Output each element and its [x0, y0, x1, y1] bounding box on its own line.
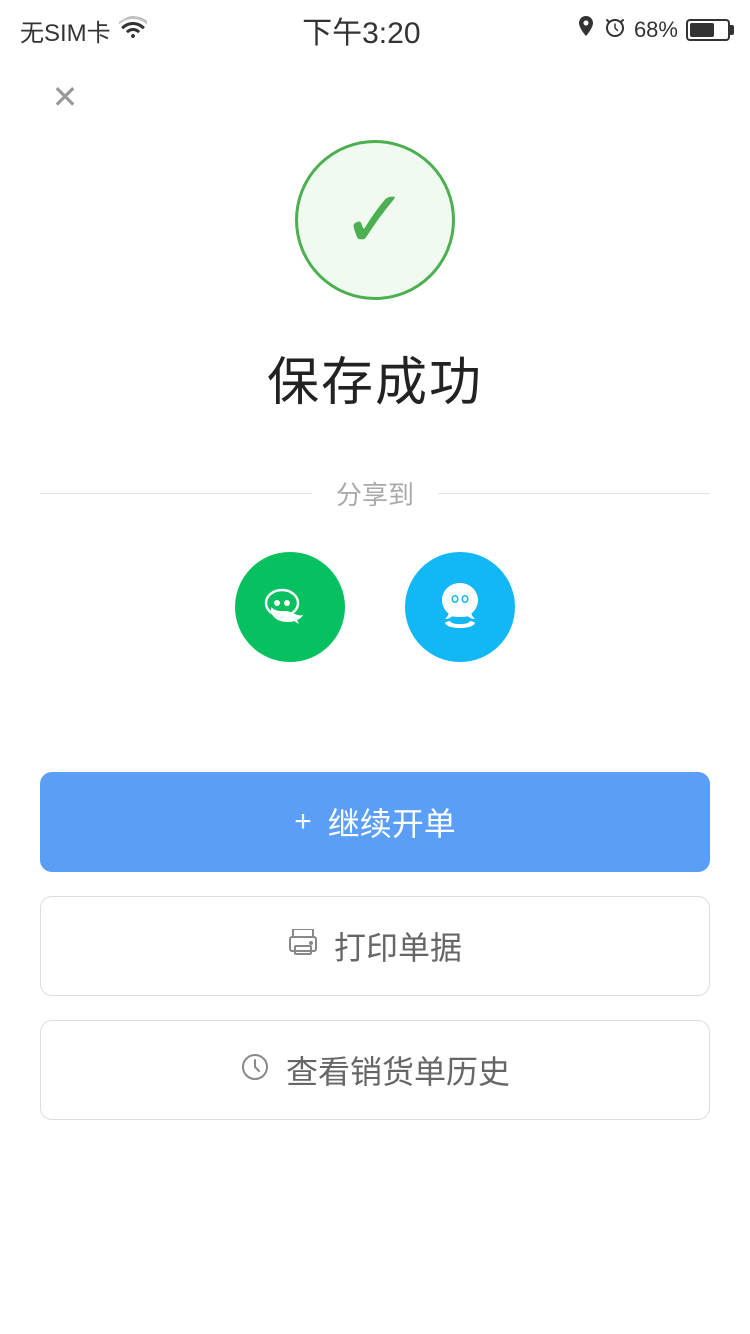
continue-button-text: 继续开单 — [328, 799, 456, 845]
print-button-text: 打印单据 — [334, 923, 462, 969]
share-divider-row: 分享到 — [0, 475, 750, 512]
share-label: 分享到 — [312, 475, 438, 512]
carrier-text: 无SIM卡 — [20, 13, 111, 48]
action-buttons: + 继续开单 打印单据 查看销货单历史 — [0, 772, 750, 1120]
continue-button[interactable]: + 继续开单 — [40, 772, 710, 872]
close-button[interactable]: ✕ — [40, 72, 90, 122]
history-button-text: 查看销货单历史 — [286, 1047, 510, 1093]
divider-left — [40, 493, 312, 494]
status-bar: 无SIM卡 下午3:20 68% — [0, 0, 750, 60]
status-left: 无SIM卡 — [20, 13, 147, 48]
print-button[interactable]: 打印单据 — [40, 896, 710, 996]
success-circle: ✓ — [295, 140, 455, 300]
status-time: 下午3:20 — [302, 8, 420, 52]
divider-right — [438, 493, 710, 494]
success-title: 保存成功 — [267, 340, 483, 415]
checkmark-icon: ✓ — [341, 180, 408, 260]
share-icons — [0, 552, 750, 662]
status-right: 68% — [576, 16, 730, 44]
history-icon — [240, 1052, 270, 1089]
battery-percent: 68% — [634, 17, 678, 43]
battery-icon — [686, 19, 730, 41]
print-icon — [288, 929, 318, 964]
wechat-share-button[interactable] — [235, 552, 345, 662]
alarm-icon — [604, 16, 626, 44]
plus-icon: + — [294, 805, 312, 839]
qq-share-button[interactable] — [405, 552, 515, 662]
main-content: ✓ 保存成功 分享到 — [0, 60, 750, 1120]
share-section: 分享到 — [0, 475, 750, 662]
history-button[interactable]: 查看销货单历史 — [40, 1020, 710, 1120]
location-icon — [576, 16, 596, 44]
wifi-icon — [119, 16, 147, 45]
close-icon: ✕ — [52, 81, 79, 113]
